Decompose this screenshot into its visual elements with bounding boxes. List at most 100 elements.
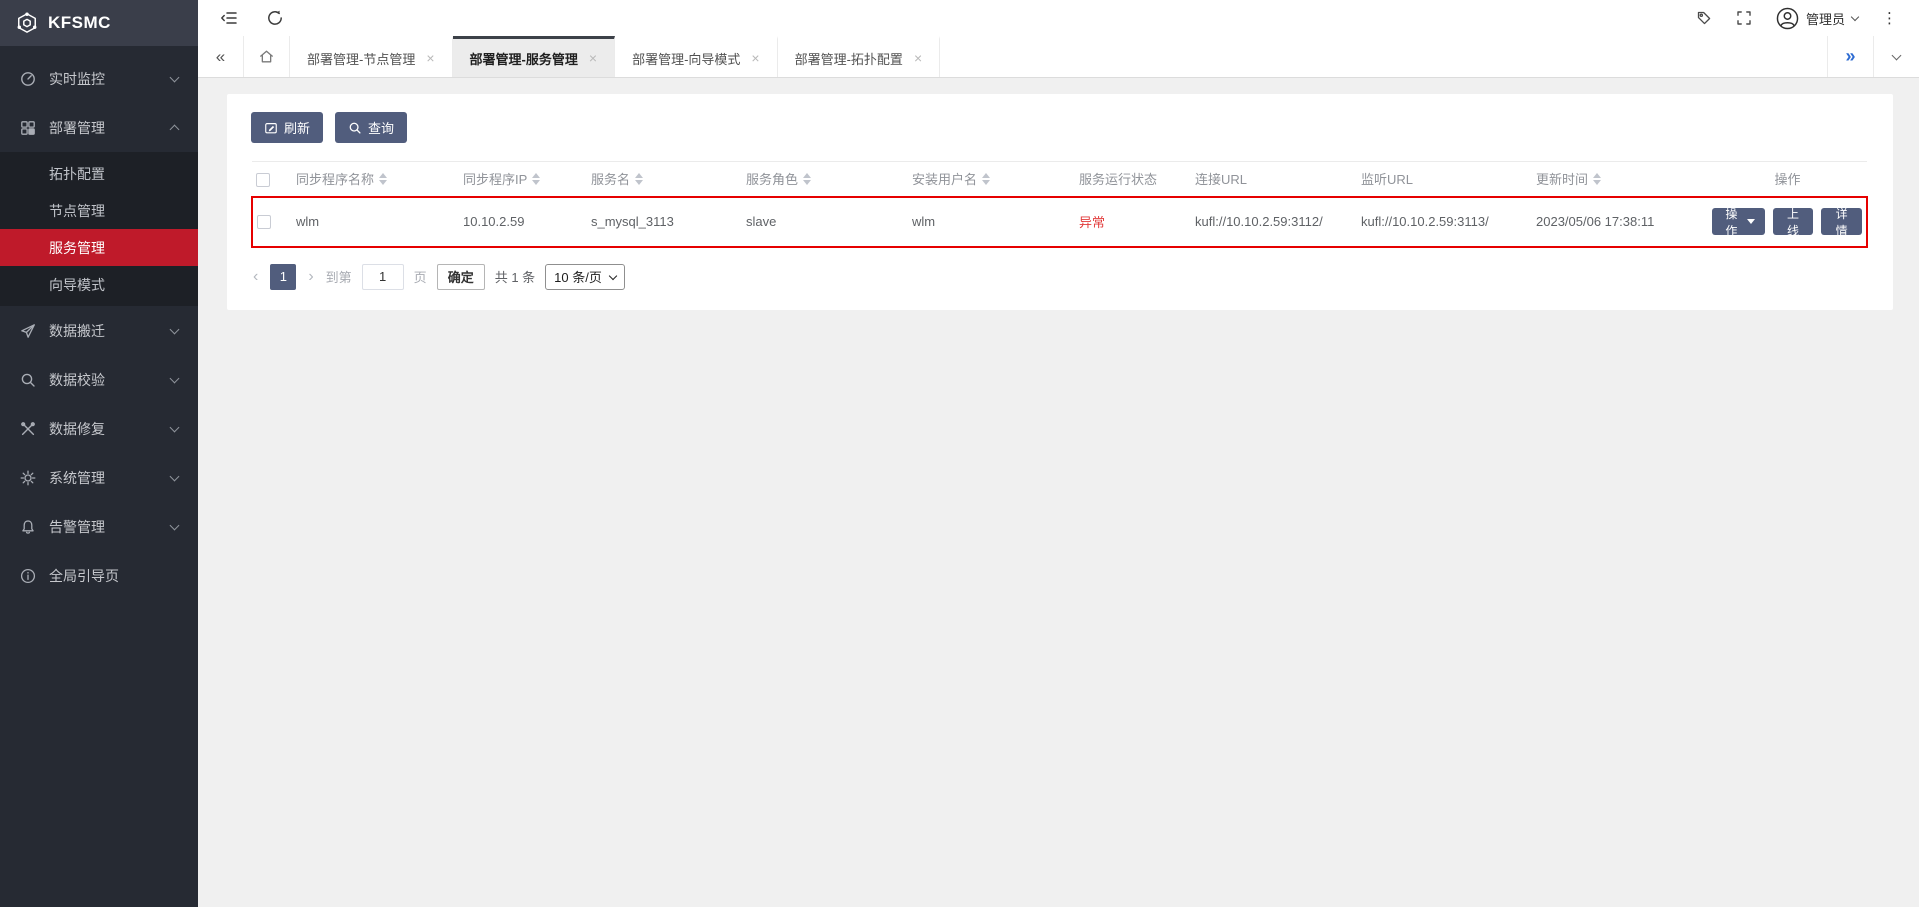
tabs-collapse-button[interactable] — [1873, 36, 1919, 77]
sidebar-item-global-guide[interactable]: 全局引导页 — [0, 551, 198, 600]
sidebar-item-label: 部署管理 — [49, 119, 105, 136]
cell-listen-url: kufl://10.10.2.59:3113/ — [1357, 195, 1532, 248]
table-header-row: 同步程序名称 同步程序IP 服务名 服务角色 安装用户名 服务运行状态 连接UR… — [252, 161, 1867, 197]
refresh-button-label: 刷新 — [284, 121, 311, 136]
sidebar-item-label: 数据修复 — [49, 420, 105, 437]
shield-logo-icon — [16, 12, 38, 34]
close-icon[interactable]: × — [751, 50, 759, 66]
sidebar-item-node-manage[interactable]: 节点管理 — [0, 192, 198, 229]
sort-icon[interactable] — [982, 172, 991, 185]
sort-icon[interactable] — [635, 172, 644, 185]
tab-wizard-mode[interactable]: 部署管理-向导模式 × — [615, 36, 778, 77]
close-icon[interactable]: × — [426, 50, 434, 66]
pagination: ‹ 1 › 到第 页 确定 共 1 条 10 条/页 — [251, 263, 1869, 290]
detail-button[interactable]: 详情 — [1821, 207, 1862, 238]
column-header: 更新时间 — [1536, 172, 1589, 188]
tab-node-manage[interactable]: 部署管理-节点管理 × — [290, 36, 453, 77]
sidebar: KFSMC 实时监控 部署管理 拓扑配置 节点管理 服务管理 向导模式 数据搬迁… — [0, 0, 198, 907]
sidebar-item-label: 数据校验 — [49, 371, 105, 388]
operate-dropdown-button[interactable]: 操作 — [1712, 207, 1765, 238]
home-icon — [259, 50, 274, 63]
table-row: wlm 10.10.2.59 s_mysql_3113 slave wlm 异常… — [251, 195, 1868, 248]
search-icon — [20, 372, 36, 388]
tabbar: « 部署管理-节点管理 × 部署管理-服务管理 × 部署管理-向导模式 × 部署… — [198, 36, 1919, 78]
cell-update-time: 2023/05/06 17:38:11 — [1532, 195, 1708, 248]
sidebar-item-data-repair[interactable]: 数据修复 — [0, 404, 198, 453]
close-icon[interactable]: × — [589, 50, 597, 66]
sort-icon[interactable] — [1593, 172, 1602, 185]
chevron-down-icon — [169, 422, 180, 432]
info-icon — [20, 568, 36, 584]
send-icon — [20, 323, 36, 339]
select-all-checkbox[interactable] — [256, 172, 270, 187]
sort-icon[interactable] — [532, 172, 541, 185]
sidebar-item-realtime-monitor[interactable]: 实时监控 — [0, 54, 198, 103]
chevron-down-icon — [1891, 50, 1902, 61]
total-count-label: 共 1 条 — [494, 270, 536, 285]
close-icon[interactable]: × — [914, 50, 922, 66]
tab-label: 部署管理-服务管理 — [469, 51, 578, 67]
chevron-down-icon — [169, 72, 180, 82]
tag-icon[interactable] — [1696, 10, 1712, 26]
goto-page-input[interactable] — [361, 263, 404, 290]
refresh-page-icon[interactable] — [266, 9, 284, 27]
cell-sync-name: wlm — [292, 195, 459, 248]
refresh-form-icon — [265, 122, 277, 133]
status-badge: 异常 — [1075, 195, 1191, 248]
user-name-label: 管理员 — [1805, 11, 1845, 27]
query-button-label: 查询 — [368, 121, 395, 136]
cell-connect-url: kufl://10.10.2.59:3112/ — [1191, 195, 1357, 248]
gear-icon — [20, 470, 36, 486]
column-header: 连接URL — [1195, 172, 1248, 188]
caret-down-icon — [1746, 219, 1755, 224]
tab-service-manage[interactable]: 部署管理-服务管理 × — [452, 36, 616, 77]
sidebar-item-service-manage[interactable]: 服务管理 — [0, 229, 198, 266]
page-size-select[interactable]: 10 条/页 — [545, 263, 625, 290]
more-menu-icon[interactable]: ⋮ — [1882, 9, 1897, 27]
column-header: 监听URL — [1361, 172, 1414, 188]
sidebar-item-data-verify[interactable]: 数据校验 — [0, 355, 198, 404]
query-button[interactable]: 查询 — [335, 112, 408, 143]
page-number-button[interactable]: 1 — [270, 263, 297, 290]
sidebar-item-label: 告警管理 — [49, 518, 105, 535]
row-actions: 操作 上线 详情 — [1712, 207, 1862, 238]
sidebar-item-deploy-manage[interactable]: 部署管理 — [0, 103, 198, 152]
actions-bar: 刷新 查询 — [251, 112, 1869, 143]
tab-label: 部署管理-拓扑配置 — [794, 51, 903, 67]
fullscreen-icon[interactable] — [1736, 10, 1752, 26]
cell-service-role: slave — [742, 195, 908, 248]
next-page-button[interactable]: › — [306, 268, 315, 286]
sidebar-item-wizard-mode[interactable]: 向导模式 — [0, 266, 198, 303]
refresh-button[interactable]: 刷新 — [251, 112, 324, 143]
online-button[interactable]: 上线 — [1772, 207, 1814, 238]
topbar-right: 管理员 ⋮ — [1696, 7, 1897, 30]
row-checkbox[interactable] — [257, 215, 271, 230]
content-area: 刷新 查询 同步程序名称 同步程序IP 服务名 服务角色 安装用户名 服务运行状… — [198, 78, 1919, 907]
column-header: 安装用户名 — [912, 172, 978, 188]
tabs-scroll-right-button[interactable]: » — [1827, 36, 1873, 77]
column-header: 服务角色 — [746, 172, 799, 188]
sort-icon[interactable] — [803, 172, 812, 185]
sidebar-item-label: 系统管理 — [49, 469, 105, 486]
confirm-goto-button[interactable]: 确定 — [436, 263, 485, 290]
tabs-scroll-left-button[interactable]: « — [198, 36, 244, 77]
collapse-sidebar-icon[interactable] — [220, 9, 238, 27]
sort-icon[interactable] — [379, 172, 388, 185]
chevron-down-icon — [608, 271, 618, 280]
sidebar-nav: 实时监控 部署管理 拓扑配置 节点管理 服务管理 向导模式 数据搬迁 数据校验 … — [0, 46, 198, 600]
home-tab-button[interactable] — [244, 36, 290, 77]
user-menu[interactable]: 管理员 — [1776, 7, 1860, 30]
column-header: 同步程序名称 — [296, 172, 375, 188]
sidebar-item-label: 数据搬迁 — [49, 322, 105, 339]
cell-install-user: wlm — [908, 195, 1075, 248]
goto-page-label: 到第 — [325, 270, 352, 285]
sidebar-item-alarm-manage[interactable]: 告警管理 — [0, 502, 198, 551]
sidebar-item-data-migration[interactable]: 数据搬迁 — [0, 306, 198, 355]
tab-topology-config[interactable]: 部署管理-拓扑配置 × — [778, 36, 941, 77]
sidebar-item-system-manage[interactable]: 系统管理 — [0, 453, 198, 502]
app-logo: KFSMC — [0, 0, 198, 46]
prev-page-button[interactable]: ‹ — [251, 268, 260, 286]
sidebar-item-topology-config[interactable]: 拓扑配置 — [0, 155, 198, 192]
tools-icon — [20, 421, 36, 437]
gauge-icon — [20, 71, 36, 87]
